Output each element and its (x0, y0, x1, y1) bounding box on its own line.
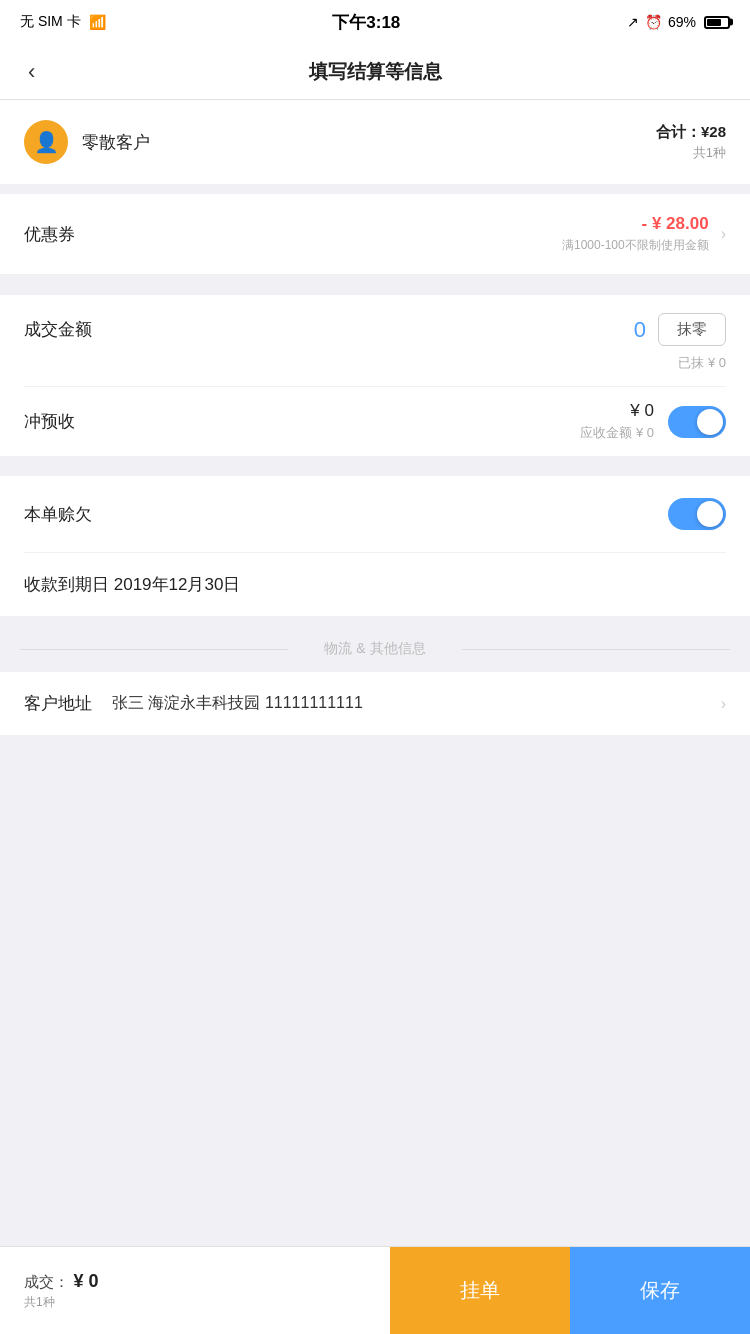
page-title: 填写结算等信息 (309, 59, 442, 85)
alarm-icon: ⏰ (645, 14, 662, 30)
discount-amount: - ¥ 28.00 (562, 214, 709, 234)
battery-icon (704, 16, 730, 29)
debit-row: 本单赊欠 (0, 476, 750, 552)
coupon-right: - ¥ 28.00 满1000-100不限制使用金额 › (562, 214, 726, 254)
debit-toggle[interactable] (668, 498, 726, 530)
address-value: 张三 海淀永丰科技园 11111111111 (112, 693, 721, 714)
logistics-line-right (462, 649, 730, 650)
total-label: 合计：¥28 (656, 123, 726, 142)
status-left: 无 SIM 卡 📶 (20, 13, 106, 31)
bottom-deal-line: 成交： ¥ 0 (24, 1271, 366, 1292)
location-icon: ↗ (627, 14, 639, 30)
address-row[interactable]: 客户地址 张三 海淀永丰科技园 11111111111 › (0, 672, 750, 735)
prepay-left: 冲预收 (24, 410, 75, 433)
trade-amount-row: 成交金额 0 抹零 (0, 295, 750, 354)
due-date-value: 2019年12月30日 (114, 575, 241, 594)
address-label: 客户地址 (24, 692, 92, 715)
avatar-icon: 👤 (34, 130, 59, 154)
save-button[interactable]: 保存 (570, 1247, 750, 1334)
debit-label: 本单赊欠 (24, 503, 92, 526)
customer-left: 👤 零散客户 (24, 120, 150, 164)
coupon-label: 优惠券 (24, 223, 75, 246)
status-bar: 无 SIM 卡 📶 下午3:18 ↗ ⏰ 69% (0, 0, 750, 44)
due-date-row: 收款到期日 2019年12月30日 (0, 553, 750, 616)
back-button[interactable]: ‹ (20, 51, 43, 93)
prepay-receivable: 应收金额 ¥ 0 (580, 424, 654, 442)
customer-total: 合计：¥28 共1种 (656, 123, 726, 162)
trade-value-area: 0 抹零 (634, 313, 726, 346)
bottom-summary: 成交： ¥ 0 共1种 (0, 1271, 390, 1311)
logistics-line-left (20, 649, 288, 650)
total-count: 共1种 (656, 144, 726, 162)
address-chevron-icon: › (721, 695, 726, 713)
due-date-label: 收款到期日 (24, 575, 109, 594)
customer-section: 👤 零散客户 合计：¥28 共1种 (0, 100, 750, 184)
logistics-header: 物流 & 其他信息 (0, 626, 750, 672)
coupon-section: 优惠券 - ¥ 28.00 满1000-100不限制使用金额 › (0, 194, 750, 275)
round-off-button[interactable]: 抹零 (658, 313, 726, 346)
coupon-chevron-icon: › (721, 225, 726, 243)
trade-value: 0 (634, 317, 646, 343)
prepay-toggle[interactable] (668, 406, 726, 438)
debit-toggle-knob (697, 501, 723, 527)
prepay-row: 冲预收 ¥ 0 应收金额 ¥ 0 (0, 387, 750, 456)
carrier-label: 无 SIM 卡 (20, 13, 81, 31)
prepay-label: 冲预收 (24, 410, 75, 433)
toggle-knob (697, 409, 723, 435)
prepay-amounts: ¥ 0 应收金额 ¥ 0 (580, 401, 654, 442)
bottom-bar: 成交： ¥ 0 共1种 挂单 保存 (0, 1246, 750, 1334)
coupon-info: - ¥ 28.00 满1000-100不限制使用金额 (562, 214, 709, 254)
status-right: ↗ ⏰ 69% (627, 14, 730, 30)
section-gap-2 (0, 466, 750, 476)
battery-label: 69% (668, 14, 696, 30)
trade-amount-section: 成交金额 0 抹零 已抹 ¥ 0 冲预收 ¥ 0 应收金额 ¥ 0 (0, 295, 750, 456)
section-gap-1 (0, 285, 750, 295)
pending-button[interactable]: 挂单 (390, 1247, 570, 1334)
avatar: 👤 (24, 120, 68, 164)
prepay-amount: ¥ 0 (580, 401, 654, 421)
coupon-row[interactable]: 优惠券 - ¥ 28.00 满1000-100不限制使用金额 › (0, 194, 750, 275)
bottom-deal-label: 成交： (24, 1273, 69, 1290)
address-section: 客户地址 张三 海淀永丰科技园 11111111111 › (0, 672, 750, 735)
nav-bar: ‹ 填写结算等信息 (0, 44, 750, 100)
wifi-icon: 📶 (89, 14, 106, 30)
customer-row: 👤 零散客户 合计：¥28 共1种 (0, 100, 750, 184)
bottom-actions: 挂单 保存 (390, 1247, 750, 1334)
bottom-spacer (0, 745, 750, 845)
main-content: 👤 零散客户 合计：¥28 共1种 优惠券 - ¥ 28.00 满1000-10… (0, 100, 750, 845)
customer-name: 零散客户 (82, 131, 150, 154)
bottom-amount: ¥ 0 (73, 1271, 98, 1291)
prepay-right: ¥ 0 应收金额 ¥ 0 (580, 401, 726, 442)
trade-amount-label: 成交金额 (24, 318, 92, 341)
time-label: 下午3:18 (332, 11, 400, 34)
debit-section: 本单赊欠 收款到期日 2019年12月30日 (0, 476, 750, 616)
trade-sub-label: 已抹 ¥ 0 (0, 354, 750, 386)
discount-desc: 满1000-100不限制使用金额 (562, 237, 709, 254)
logistics-label: 物流 & 其他信息 (324, 640, 425, 658)
bottom-count: 共1种 (24, 1294, 366, 1311)
